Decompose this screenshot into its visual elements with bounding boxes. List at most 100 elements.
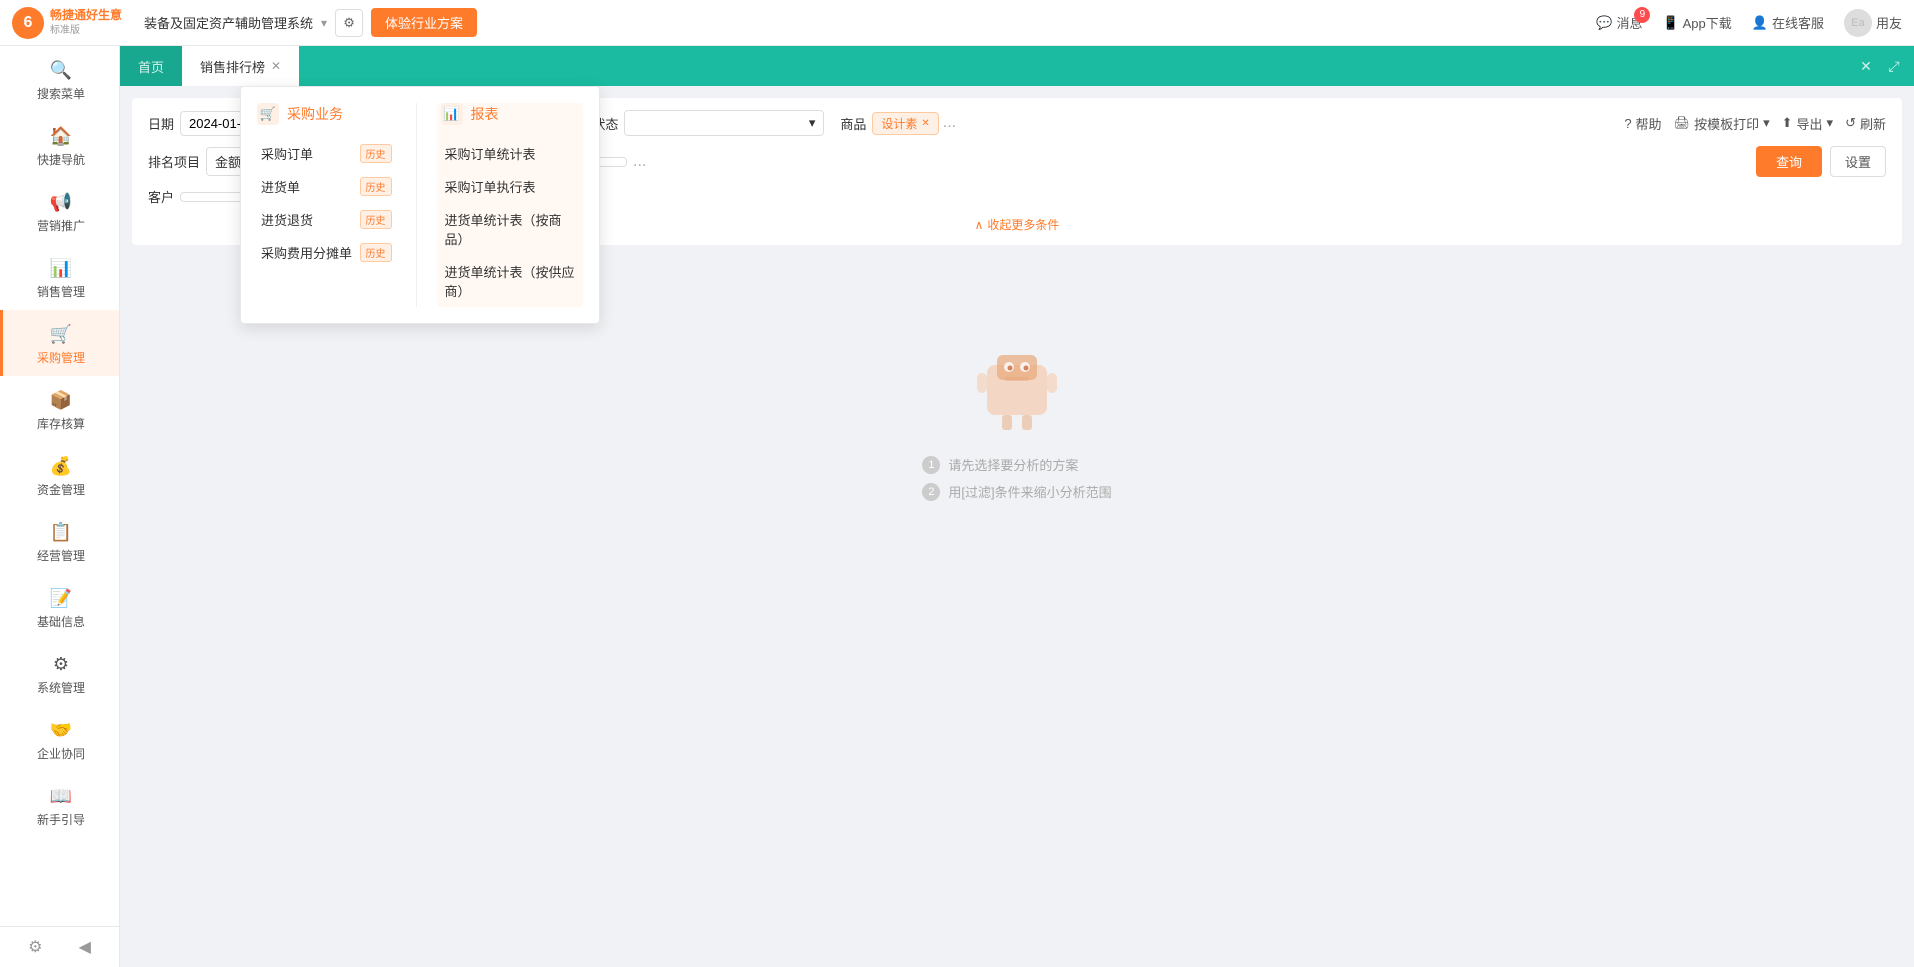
- sidebar-bottom: ⚙ ◀: [0, 926, 119, 967]
- sidebar-item-marketing[interactable]: 📢 营销推广: [0, 178, 119, 244]
- sidebar-item-purchase[interactable]: 🛒 采购管理: [0, 310, 119, 376]
- sidebar-item-finance[interactable]: 💰 资金管理: [0, 442, 119, 508]
- history-badge-1: 历史: [360, 177, 392, 196]
- search-icon: 🔍: [50, 60, 72, 81]
- query-btn[interactable]: 查询: [1756, 146, 1822, 177]
- header-settings-btn[interactable]: ⚙: [335, 9, 363, 37]
- purchase-icon: 🛒: [50, 324, 72, 345]
- goods-filter: 商品 设计素 ✕ ...: [840, 112, 956, 135]
- sys-title: 装备及固定资产辅助管理系统: [144, 13, 313, 32]
- top-header: 6 畅捷通好生意 标准版 装备及固定资产辅助管理系统 ▾ ⚙ 体验行业方案 💬 …: [0, 0, 1914, 46]
- goods-tag-close[interactable]: ✕: [921, 118, 929, 129]
- dropdown-inbound-stat-supplier[interactable]: 进货单统计表（按供应商）: [441, 255, 580, 307]
- help-icon: ?: [1624, 116, 1631, 131]
- dropdown-purchase-order-exec[interactable]: 采购订单执行表: [441, 170, 580, 203]
- app-download-btn[interactable]: 📱 App下载: [1662, 13, 1731, 32]
- export-btn[interactable]: ⬆ 导出 ▾: [1782, 114, 1833, 133]
- user-btn[interactable]: Ea 用友: [1844, 9, 1902, 37]
- history-badge-2: 历史: [360, 210, 392, 229]
- tab-close-btn[interactable]: ✕: [271, 59, 281, 73]
- report-col-icon: 📊: [441, 103, 463, 125]
- sidebar-label-system: 系统管理: [37, 679, 85, 696]
- print-dropdown-icon[interactable]: ▾: [1763, 115, 1770, 131]
- dropdown-purchase-order[interactable]: 采购订单 历史: [257, 137, 396, 170]
- dropdown-purchase-inbound[interactable]: 进货单 历史: [257, 170, 396, 203]
- dropdown-inbound-stat-goods[interactable]: 进货单统计表（按商品）: [441, 203, 580, 255]
- operation-icon: 📋: [50, 522, 72, 543]
- sidebar-label-guide: 新手引导: [37, 811, 85, 828]
- refresh-btn[interactable]: ↺ 刷新: [1845, 114, 1886, 133]
- tab-right-actions: ✕ ⤢: [1854, 46, 1914, 86]
- logo-area: 6 畅捷通好生意 标准版: [12, 7, 132, 39]
- collapse-btn[interactable]: ∧ 收起更多条件: [975, 216, 1060, 233]
- salesperson-more-btn[interactable]: ...: [633, 153, 646, 171]
- sidebar: 🔍 搜索菜单 🏠 快捷导航 📢 营销推广 📊 销售管理 🛒 采购管理 📦 库存核…: [0, 46, 120, 967]
- export-dropdown-icon[interactable]: ▾: [1827, 115, 1834, 131]
- industry-btn[interactable]: 体验行业方案: [371, 8, 477, 37]
- sidebar-label-finance: 资金管理: [37, 481, 85, 498]
- guide-icon: 📖: [50, 786, 72, 807]
- sidebar-item-cooperation[interactable]: 🤝 企业协同: [0, 706, 119, 772]
- settings-bottom-icon[interactable]: ⚙: [28, 937, 42, 957]
- service-icon: 👤: [1752, 15, 1768, 31]
- tab-home[interactable]: 首页: [120, 46, 182, 86]
- dropdown-purchase-order-stat[interactable]: 采购订单统计表: [441, 137, 580, 170]
- content-area: 首页 销售排行榜 ✕ ✕ ⤢ 日期: [120, 46, 1914, 967]
- brand-name: 畅捷通好生意: [50, 8, 122, 24]
- marketing-icon: 📢: [50, 192, 72, 213]
- print-btn[interactable]: 🖨 按模板打印 ▾: [1674, 114, 1770, 133]
- purchase-dropdown-menu: 🛒 采购业务 采购订单 历史 进货单 历史 进货退货 历史 采购费用分摊单: [240, 86, 600, 324]
- collapse-sidebar-icon[interactable]: ◀: [79, 937, 91, 957]
- sidebar-item-inventory[interactable]: 📦 库存核算: [0, 376, 119, 442]
- basic-icon: 📝: [50, 588, 72, 609]
- sidebar-item-operation[interactable]: 📋 经营管理: [0, 508, 119, 574]
- order-status-filter: 单据状态 ▾: [566, 110, 824, 136]
- inventory-icon: 📦: [50, 390, 72, 411]
- empty-tips: 1 请先选择要分析的方案 2 用[过滤]条件来缩小分析范围: [922, 455, 1111, 501]
- sidebar-label-inventory: 库存核算: [37, 415, 85, 432]
- customer-label: 客户: [148, 187, 174, 206]
- sidebar-item-sales[interactable]: 📊 销售管理: [0, 244, 119, 310]
- sys-title-dropdown[interactable]: ▾: [321, 16, 327, 30]
- message-icon: 💬: [1596, 15, 1612, 31]
- col-divider: [416, 103, 417, 307]
- app-logo: 6: [12, 7, 44, 39]
- dropdown-purchase-header: 🛒 采购业务: [257, 103, 396, 125]
- user-avatar: Ea: [1844, 9, 1872, 37]
- tab-bar: 首页 销售排行榜 ✕ ✕ ⤢: [120, 46, 1914, 86]
- message-btn[interactable]: 💬 消息 9: [1596, 13, 1642, 32]
- help-btn[interactable]: ? 帮助: [1624, 114, 1661, 133]
- sidebar-item-basic[interactable]: 📝 基础信息: [0, 574, 119, 640]
- phone-icon: 📱: [1662, 15, 1678, 31]
- tab-expand-btn[interactable]: ⤢: [1882, 54, 1906, 78]
- sidebar-label-purchase: 采购管理: [37, 349, 85, 366]
- rank-label: 排名项目: [148, 152, 200, 171]
- sidebar-item-system[interactable]: ⚙ 系统管理: [0, 640, 119, 706]
- order-status-select[interactable]: ▾: [624, 110, 824, 136]
- dropdown-purchase-return[interactable]: 进货退货 历史: [257, 203, 396, 236]
- settings-btn[interactable]: 设置: [1830, 146, 1886, 177]
- tab-sales-rank[interactable]: 销售排行榜 ✕: [182, 46, 299, 86]
- sidebar-item-guide[interactable]: 📖 新手引导: [0, 772, 119, 838]
- home-icon: 🏠: [50, 126, 72, 147]
- chevron-up-icon: ∧: [975, 218, 984, 232]
- toolbar-right: ? 帮助 🖨 按模板打印 ▾ ⬆ 导出 ▾: [1624, 114, 1886, 133]
- goods-tag: 设计素 ✕: [872, 112, 938, 135]
- chevron-down-icon: ▾: [809, 115, 816, 131]
- date-label: 日期: [148, 114, 174, 133]
- finance-icon: 💰: [50, 456, 72, 477]
- tab-close-btn-right[interactable]: ✕: [1854, 54, 1878, 78]
- dropdown-purchase-cost[interactable]: 采购费用分摊单 历史: [257, 236, 396, 269]
- sidebar-label-cooperation: 企业协同: [37, 745, 85, 762]
- message-badge: 9: [1634, 7, 1650, 23]
- sidebar-item-search[interactable]: 🔍 搜索菜单: [0, 46, 119, 112]
- main-layout: 🔍 搜索菜单 🏠 快捷导航 📢 营销推广 📊 销售管理 🛒 采购管理 📦 库存核…: [0, 46, 1914, 967]
- goods-more-btn[interactable]: ...: [943, 114, 956, 132]
- refresh-icon: ↺: [1845, 115, 1856, 131]
- sidebar-item-quicknav[interactable]: 🏠 快捷导航: [0, 112, 119, 178]
- online-service-btn[interactable]: 👤 在线客服: [1752, 13, 1824, 32]
- cooperation-icon: 🤝: [50, 720, 72, 741]
- header-middle: 装备及固定资产辅助管理系统 ▾ ⚙ 体验行业方案: [132, 8, 1596, 37]
- system-icon: ⚙: [53, 654, 69, 675]
- print-icon: 🖨: [1674, 115, 1691, 131]
